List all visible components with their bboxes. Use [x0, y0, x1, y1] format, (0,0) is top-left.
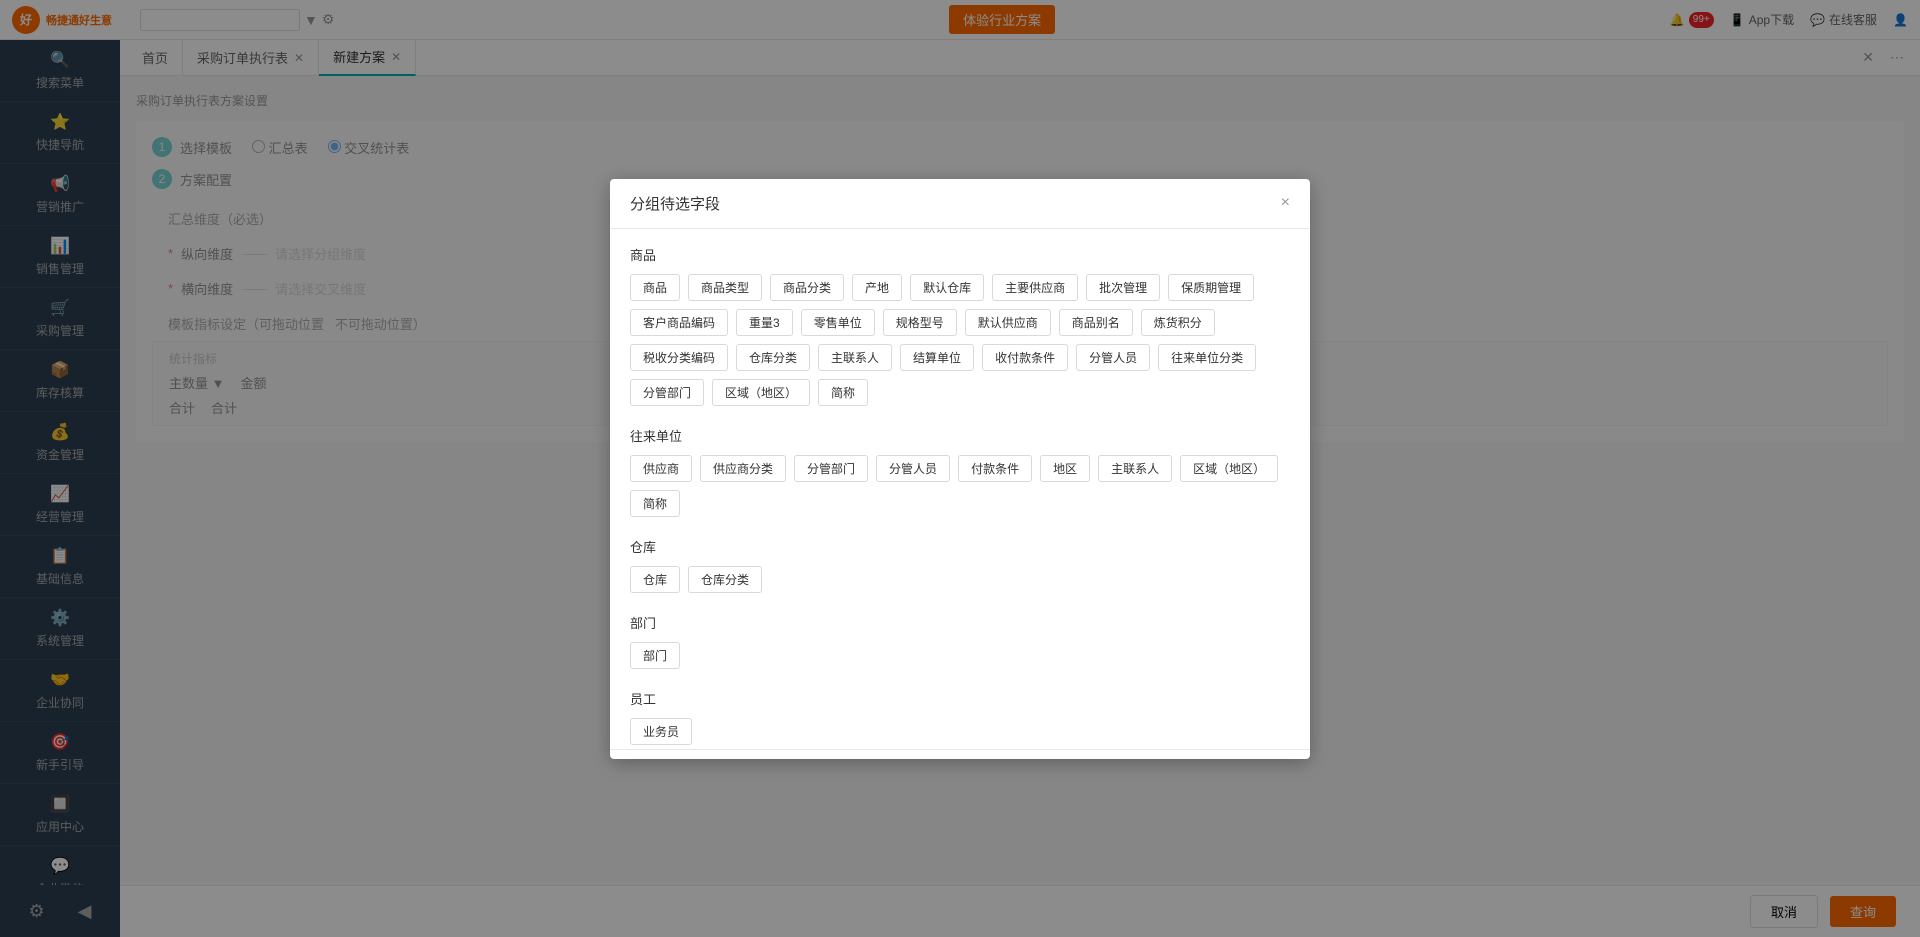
field-tags-2: 仓库仓库分类 — [630, 566, 1290, 593]
field-tag-1-5[interactable]: 地区 — [1040, 455, 1090, 482]
field-tag-0-14[interactable]: 炼货积分 — [1141, 309, 1215, 336]
field-tag-0-21[interactable]: 往来单位分类 — [1158, 344, 1256, 371]
field-tag-0-8[interactable]: 客户商品编码 — [630, 309, 728, 336]
field-tag-0-11[interactable]: 规格型号 — [883, 309, 957, 336]
field-tag-0-20[interactable]: 分管人员 — [1076, 344, 1150, 371]
field-tag-0-16[interactable]: 仓库分类 — [736, 344, 810, 371]
field-group-3: 部门部门 — [630, 613, 1290, 669]
field-tag-0-22[interactable]: 分管部门 — [630, 379, 704, 406]
field-tag-0-10[interactable]: 零售单位 — [801, 309, 875, 336]
field-tag-0-3[interactable]: 产地 — [852, 274, 902, 301]
field-tag-0-15[interactable]: 税收分类编码 — [630, 344, 728, 371]
field-group-title-2: 仓库 — [630, 537, 1290, 556]
modal-title: 分组待选字段 — [630, 193, 720, 214]
field-group-2: 仓库仓库仓库分类 — [630, 537, 1290, 593]
field-tag-2-1[interactable]: 仓库分类 — [688, 566, 762, 593]
modal-overlay[interactable]: 分组待选字段 × 商品商品商品类型商品分类产地默认仓库主要供应商批次管理保质期管… — [0, 0, 1920, 937]
field-tags-1: 供应商供应商分类分管部门分管人员付款条件地区主联系人区域（地区） 简称 — [630, 455, 1290, 517]
field-group-title-4: 员工 — [630, 689, 1290, 708]
field-tag-0-7[interactable]: 保质期管理 — [1168, 274, 1254, 301]
field-tag-1-8[interactable]: 简称 — [630, 490, 680, 517]
field-group-0: 商品商品商品类型商品分类产地默认仓库主要供应商批次管理保质期管理客户商品编码重量… — [630, 245, 1290, 406]
field-tags-3: 部门 — [630, 642, 1290, 669]
field-group-title-0: 商品 — [630, 245, 1290, 264]
field-tag-0-1[interactable]: 商品类型 — [688, 274, 762, 301]
field-tag-2-0[interactable]: 仓库 — [630, 566, 680, 593]
field-group-4: 员工业务员 — [630, 689, 1290, 745]
field-tag-0-18[interactable]: 结算单位 — [900, 344, 974, 371]
modal-header: 分组待选字段 × — [610, 179, 1310, 229]
field-tag-1-3[interactable]: 分管人员 — [876, 455, 950, 482]
field-group-title-3: 部门 — [630, 613, 1290, 632]
field-tags-0: 商品商品类型商品分类产地默认仓库主要供应商批次管理保质期管理客户商品编码重量3 零… — [630, 274, 1290, 406]
field-tag-0-19[interactable]: 收付款条件 — [982, 344, 1068, 371]
modal-hscroll[interactable] — [610, 749, 1310, 758]
field-tag-1-6[interactable]: 主联系人 — [1098, 455, 1172, 482]
field-tag-0-17[interactable]: 主联系人 — [818, 344, 892, 371]
field-tag-0-13[interactable]: 商品别名 — [1059, 309, 1133, 336]
field-tag-0-2[interactable]: 商品分类 — [770, 274, 844, 301]
field-tag-1-1[interactable]: 供应商分类 — [700, 455, 786, 482]
field-tag-0-6[interactable]: 批次管理 — [1086, 274, 1160, 301]
field-tag-4-0[interactable]: 业务员 — [630, 718, 692, 745]
field-group-1: 往来单位供应商供应商分类分管部门分管人员付款条件地区主联系人区域（地区） 简称 — [630, 426, 1290, 517]
field-tags-4: 业务员 — [630, 718, 1290, 745]
field-tag-0-24[interactable]: 简称 — [818, 379, 868, 406]
field-tag-1-0[interactable]: 供应商 — [630, 455, 692, 482]
field-tag-0-9[interactable]: 重量3 — [736, 309, 793, 336]
modal-body: 商品商品商品类型商品分类产地默认仓库主要供应商批次管理保质期管理客户商品编码重量… — [610, 229, 1310, 750]
modal-dialog: 分组待选字段 × 商品商品商品类型商品分类产地默认仓库主要供应商批次管理保质期管… — [610, 179, 1310, 759]
field-tag-3-0[interactable]: 部门 — [630, 642, 680, 669]
modal-close-button[interactable]: × — [1281, 194, 1290, 212]
field-tag-1-2[interactable]: 分管部门 — [794, 455, 868, 482]
field-tag-0-23[interactable]: 区域（地区） — [712, 379, 810, 406]
field-tag-0-5[interactable]: 主要供应商 — [992, 274, 1078, 301]
field-tag-0-12[interactable]: 默认供应商 — [965, 309, 1051, 336]
field-tag-0-4[interactable]: 默认仓库 — [910, 274, 984, 301]
field-tag-0-0[interactable]: 商品 — [630, 274, 680, 301]
field-tag-1-4[interactable]: 付款条件 — [958, 455, 1032, 482]
field-tag-1-7[interactable]: 区域（地区） — [1180, 455, 1278, 482]
field-group-title-1: 往来单位 — [630, 426, 1290, 445]
